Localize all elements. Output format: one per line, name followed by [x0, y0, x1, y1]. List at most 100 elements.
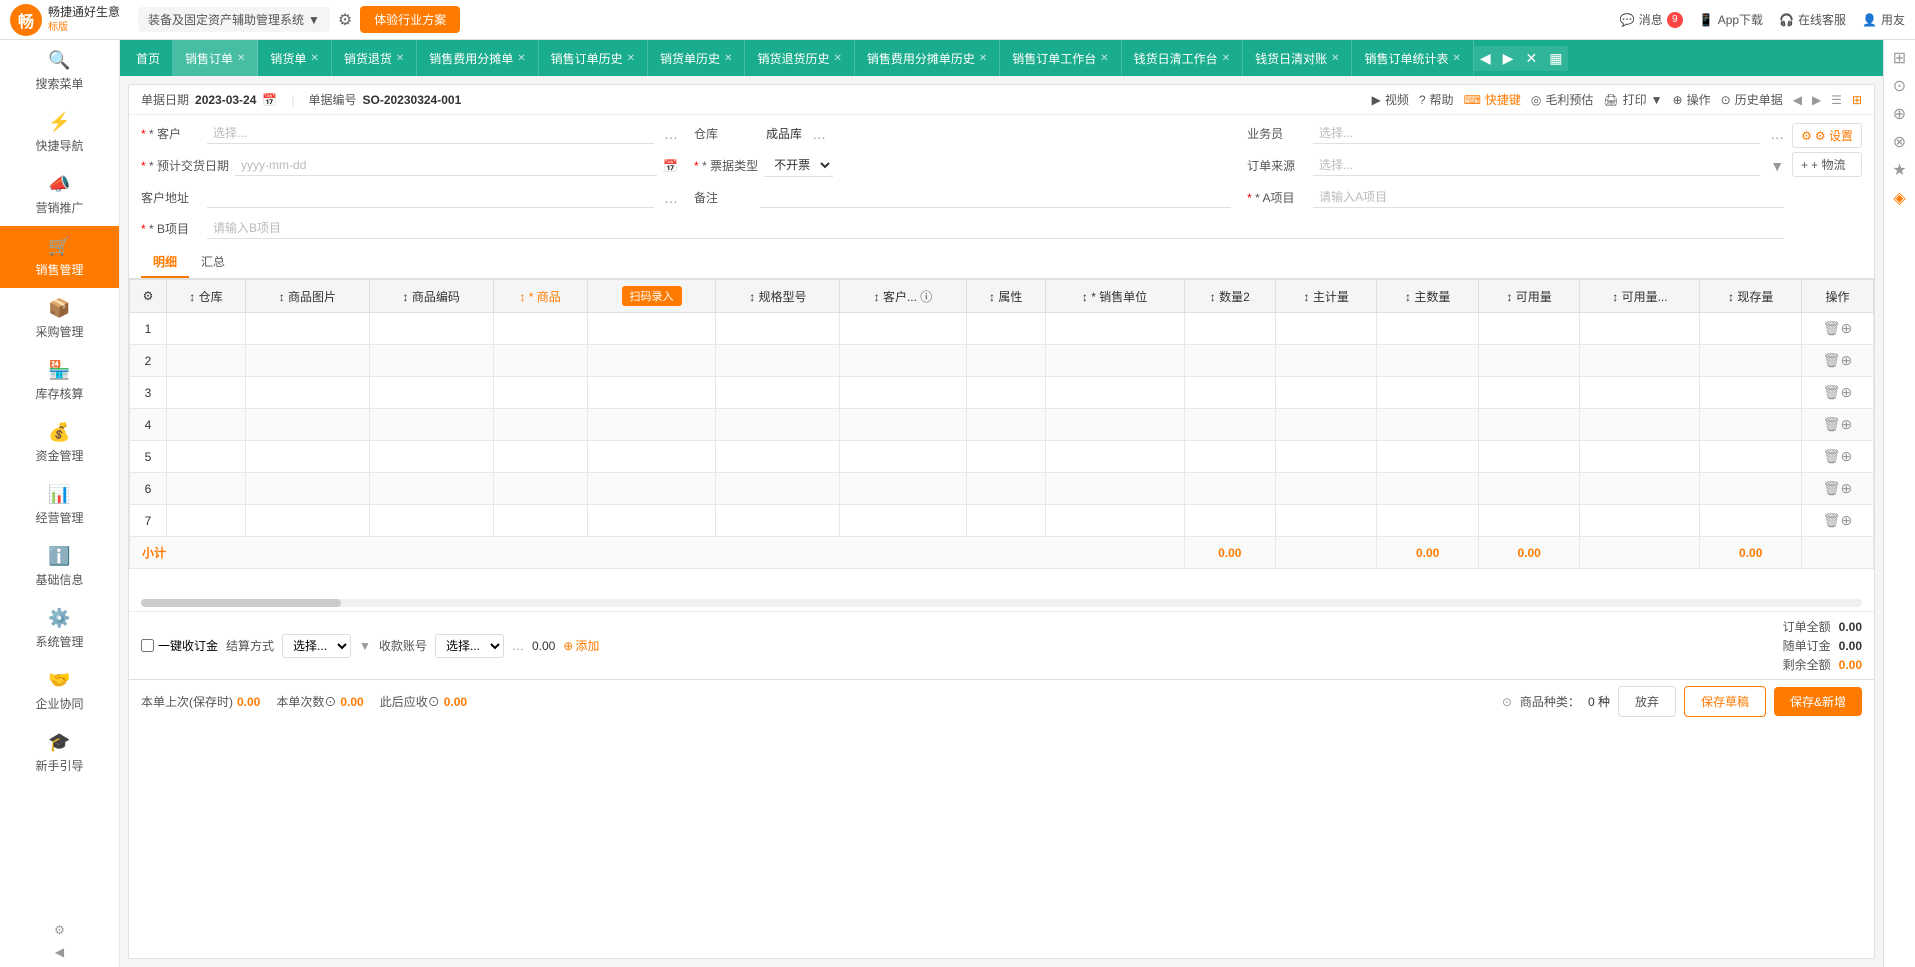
copy-row-6[interactable]: ⊕: [1840, 480, 1852, 496]
tab-close-expense-split[interactable]: ✕: [517, 53, 525, 64]
tab-order-history[interactable]: 销售订单历史 ✕: [539, 40, 648, 76]
right-panel-icon-3[interactable]: ⊕: [1893, 104, 1906, 124]
settlement-select[interactable]: 选择...: [282, 634, 351, 658]
scrollbar-thumb[interactable]: [141, 599, 341, 607]
discard-btn[interactable]: 放弃: [1618, 686, 1676, 717]
grid-view-icon[interactable]: ⊞: [1852, 93, 1862, 107]
delete-row-2[interactable]: 🗑: [1823, 352, 1841, 368]
sidebar-item-search[interactable]: 🔍 搜索菜单: [0, 40, 119, 102]
tab-summary[interactable]: 汇总: [189, 247, 237, 278]
one-click-checkbox[interactable]: [141, 639, 154, 652]
th-available[interactable]: ↕ 可用量: [1478, 280, 1579, 313]
tab-close-daily-workbench[interactable]: ✕: [1222, 53, 1230, 64]
tab-stats[interactable]: 销售订单统计表 ✕: [1352, 40, 1473, 76]
a-project-input[interactable]: [1313, 187, 1784, 208]
th-code[interactable]: ↕ 商品编码: [369, 280, 493, 313]
settings-btn[interactable]: ⚙ ⚙ 设置: [1792, 123, 1862, 148]
tab-close-stats[interactable]: ✕: [1453, 53, 1461, 64]
right-panel-icon-1[interactable]: ⊞: [1893, 48, 1906, 68]
tab-workbench[interactable]: 销售订单工作台 ✕: [1000, 40, 1121, 76]
app-download-btn[interactable]: 📱 App下载: [1699, 11, 1763, 28]
th-warehouse[interactable]: ↕ 仓库: [166, 280, 245, 313]
tab-close-all-btn[interactable]: ✕: [1519, 46, 1543, 71]
memo-input[interactable]: [760, 187, 1231, 208]
warehouse-more-icon[interactable]: …: [812, 126, 826, 142]
copy-row-4[interactable]: ⊕: [1840, 416, 1852, 432]
delete-row-7[interactable]: 🗑: [1823, 512, 1841, 528]
copy-row-5[interactable]: ⊕: [1840, 448, 1852, 464]
toolbar-shortcut[interactable]: ⌨ 快捷键: [1464, 91, 1521, 108]
th-image[interactable]: ↕ 商品图片: [245, 280, 369, 313]
toolbar-history[interactable]: ⊙ 历史单据: [1721, 91, 1783, 108]
tab-invoice-history[interactable]: 销货单历史 ✕: [648, 40, 745, 76]
address-more-icon[interactable]: …: [664, 190, 678, 206]
scan-btn[interactable]: 扫码录入: [622, 286, 682, 306]
salesperson-input[interactable]: [1313, 123, 1760, 144]
th-available2[interactable]: ↕ 可用量...: [1580, 280, 1700, 313]
delete-row-6[interactable]: 🗑: [1823, 480, 1841, 496]
list-view-icon[interactable]: ☰: [1831, 93, 1842, 107]
sidebar-settings-icon[interactable]: ⚙: [54, 923, 65, 937]
sidebar-item-operations[interactable]: 📊 经营管理: [0, 474, 119, 536]
th-attr[interactable]: ↕ 属性: [966, 280, 1045, 313]
account-select[interactable]: 选择...: [435, 634, 504, 658]
th-settings[interactable]: ⚙: [130, 280, 167, 313]
add-payment-btn[interactable]: ⊕ 添加: [563, 637, 599, 654]
sidebar-item-cooperation[interactable]: 🤝 企业协同: [0, 660, 119, 722]
copy-row-3[interactable]: ⊕: [1840, 384, 1852, 400]
toolbar-help[interactable]: ? 帮助: [1419, 91, 1454, 108]
toolbar-video[interactable]: ▶ 视频: [1372, 91, 1409, 108]
tab-next-btn[interactable]: ▶: [1497, 46, 1520, 71]
nav-next-icon[interactable]: ▶: [1812, 93, 1821, 107]
toolbar-print[interactable]: 🖨 打印 ▼: [1603, 91, 1662, 108]
copy-row-7[interactable]: ⊕: [1840, 512, 1852, 528]
sidebar-item-inventory[interactable]: 🏪 库存核算: [0, 350, 119, 412]
th-qty2[interactable]: ↕ 数量2: [1184, 280, 1276, 313]
invoice-type-select[interactable]: 不开票: [764, 154, 833, 177]
address-input[interactable]: [207, 187, 654, 208]
delivery-calendar-icon[interactable]: 📅: [663, 159, 678, 173]
online-service-btn[interactable]: 🎧 在线客服: [1779, 11, 1846, 28]
tab-sales-return[interactable]: 销货退货 ✕: [332, 40, 417, 76]
tab-menu-btn[interactable]: ▦: [1543, 46, 1568, 71]
add-goods-btn[interactable]: + + 物流: [1792, 152, 1862, 177]
message-btn[interactable]: 💬 消息 9: [1620, 11, 1683, 28]
delete-row-3[interactable]: 🗑: [1823, 384, 1841, 400]
th-main-qty[interactable]: ↕ 主数量: [1377, 280, 1478, 313]
toolbar-profit[interactable]: ◎ 毛利预估: [1531, 91, 1594, 108]
delete-row-5[interactable]: 🗑: [1823, 448, 1841, 464]
b-project-input[interactable]: [207, 218, 1784, 239]
th-customer-code[interactable]: ↕ 客户... ⓘ: [840, 280, 966, 313]
calendar-icon[interactable]: 📅: [262, 93, 277, 107]
copy-row-2[interactable]: ⊕: [1840, 352, 1852, 368]
th-main-unit[interactable]: ↕ 主计量: [1276, 280, 1377, 313]
order-source-input[interactable]: [1313, 155, 1760, 176]
settings-icon[interactable]: ⚙: [338, 10, 352, 30]
tab-close-invoice-history[interactable]: ✕: [724, 53, 732, 64]
nav-prev-icon[interactable]: ◀: [1793, 93, 1802, 107]
industry-btn[interactable]: 体验行业方案: [360, 6, 460, 33]
tab-close-order-history[interactable]: ✕: [627, 53, 635, 64]
draft-btn[interactable]: 保存草稿: [1684, 686, 1766, 717]
delete-row-1[interactable]: 🗑: [1823, 320, 1841, 336]
save-btn[interactable]: 保存&新增: [1774, 687, 1862, 716]
settlement-more-icon[interactable]: ▼: [359, 639, 371, 653]
sidebar-item-quicknav[interactable]: ⚡ 快捷导航: [0, 102, 119, 164]
sidebar-item-basics[interactable]: ℹ️ 基础信息: [0, 536, 119, 598]
tab-close-return-history[interactable]: ✕: [833, 53, 841, 64]
tab-close-workbench[interactable]: ✕: [1100, 53, 1108, 64]
tab-close-daily-reconcile[interactable]: ✕: [1331, 53, 1339, 64]
tab-sales-order[interactable]: 销售订单 ✕: [173, 40, 258, 76]
tab-detail[interactable]: 明细: [141, 247, 189, 278]
delete-row-4[interactable]: 🗑: [1823, 416, 1841, 432]
sidebar-item-system[interactable]: ⚙️ 系统管理: [0, 598, 119, 660]
tab-daily-reconcile[interactable]: 钱货日清对账 ✕: [1243, 40, 1352, 76]
tab-expense-history[interactable]: 销售费用分摊单历史 ✕: [855, 40, 1000, 76]
sidebar-item-purchase[interactable]: 📦 采购管理: [0, 288, 119, 350]
th-stock[interactable]: ↕ 现存量: [1700, 280, 1801, 313]
user-btn[interactable]: 👤 用友: [1862, 11, 1905, 28]
copy-row-1[interactable]: ⊕: [1840, 320, 1852, 336]
right-panel-icon-4[interactable]: ⊗: [1893, 132, 1906, 152]
sidebar-item-finance[interactable]: 💰 资金管理: [0, 412, 119, 474]
tab-prev-btn[interactable]: ◀: [1474, 46, 1497, 71]
